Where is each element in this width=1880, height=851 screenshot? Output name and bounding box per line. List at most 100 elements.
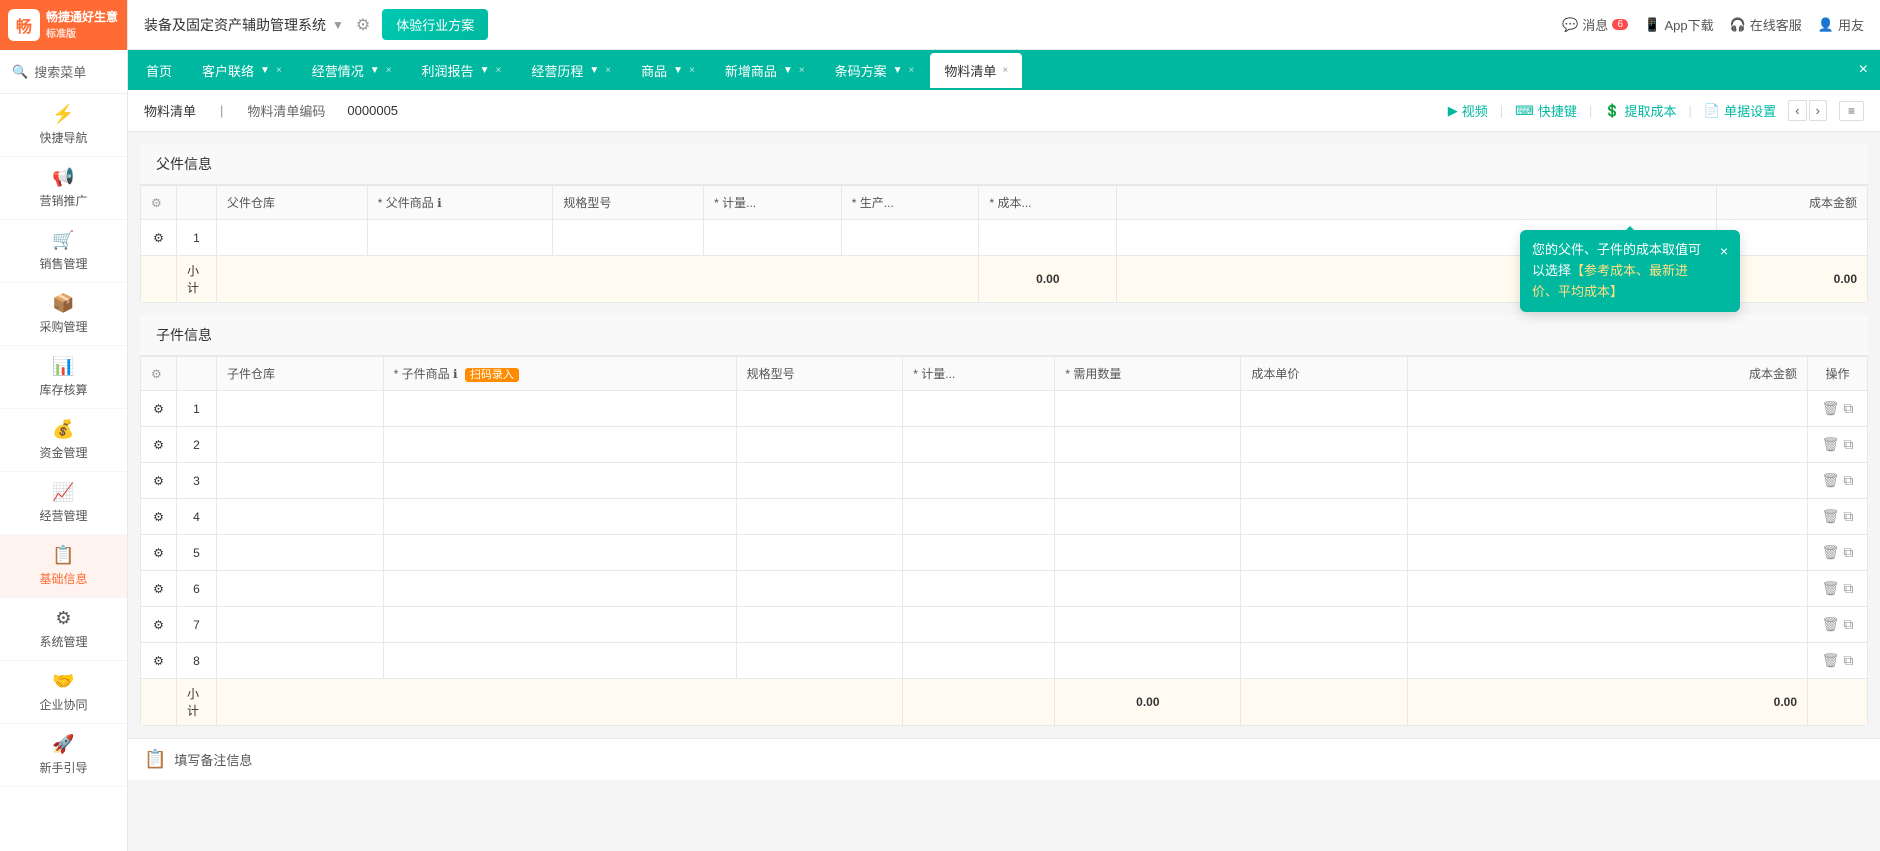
list-view-btn[interactable]: ≡: [1839, 101, 1864, 121]
child-row-spec[interactable]: [736, 571, 903, 607]
copy-icon[interactable]: ⧉: [1843, 400, 1853, 417]
row-settings-icon[interactable]: ⚙: [153, 546, 164, 560]
copy-icon[interactable]: ⧉: [1843, 580, 1853, 597]
nav-close-all-btn[interactable]: ×: [1851, 57, 1876, 83]
child-row-warehouse[interactable]: [217, 535, 384, 571]
child-row-qty[interactable]: [1055, 499, 1241, 535]
child-row-settings[interactable]: ⚙: [141, 643, 177, 679]
sidebar-item-quicknav[interactable]: ⚡ 快捷导航: [0, 94, 127, 157]
delete-icon[interactable]: 🗑: [1822, 544, 1840, 561]
child-row-spec[interactable]: [736, 607, 903, 643]
copy-icon[interactable]: ⧉: [1843, 544, 1853, 561]
row-settings-icon[interactable]: ⚙: [153, 402, 164, 416]
child-row-goods[interactable]: [383, 643, 736, 679]
child-row-qty[interactable]: [1055, 463, 1241, 499]
child-row-warehouse[interactable]: [217, 391, 384, 427]
delete-icon[interactable]: 🗑: [1822, 652, 1840, 669]
user-btn[interactable]: 👤 用友: [1818, 15, 1864, 34]
tab-profit[interactable]: 利润报告 ▼ ×: [408, 53, 516, 88]
child-row-qty[interactable]: [1055, 391, 1241, 427]
shortcut-action[interactable]: ⌨ 快捷键: [1515, 101, 1577, 120]
sidebar-item-collab[interactable]: 🤝 企业协同: [0, 661, 127, 724]
sidebar-item-purchase[interactable]: 📦 采购管理: [0, 283, 127, 346]
settings-icon[interactable]: ⚙: [151, 196, 162, 210]
sidebar-item-operations[interactable]: 📈 经营管理: [0, 472, 127, 535]
child-th-settings[interactable]: ⚙: [141, 357, 177, 391]
parent-row1-cost[interactable]: [979, 220, 1117, 256]
child-row-unit[interactable]: [903, 463, 1055, 499]
child-row-unit-price[interactable]: [1241, 607, 1408, 643]
child-row-settings[interactable]: ⚙: [141, 427, 177, 463]
row-settings-icon[interactable]: ⚙: [153, 474, 164, 488]
copy-icon[interactable]: ⧉: [1843, 616, 1853, 633]
single-setting-action[interactable]: 📄 单据设置: [1704, 101, 1776, 120]
row-settings-icon[interactable]: ⚙: [153, 618, 164, 632]
row-settings-icon[interactable]: ⚙: [153, 231, 164, 245]
scan-badge[interactable]: 扫码录入: [465, 368, 519, 382]
tab-customer[interactable]: 客户联络 ▼ ×: [188, 53, 296, 88]
child-row-unit-price[interactable]: [1241, 463, 1408, 499]
child-row-unit[interactable]: [903, 391, 1055, 427]
child-row-qty[interactable]: [1055, 535, 1241, 571]
row-settings-icon[interactable]: ⚙: [153, 438, 164, 452]
child-row-spec[interactable]: [736, 535, 903, 571]
tab-bom[interactable]: 物料清单 ×: [930, 53, 1022, 88]
sidebar-item-finance[interactable]: 💰 资金管理: [0, 409, 127, 472]
row-settings-icon[interactable]: ⚙: [153, 654, 164, 668]
sidebar-item-system[interactable]: ⚙ 系统管理: [0, 598, 127, 661]
tab-history-close[interactable]: ×: [605, 65, 611, 76]
parent-row1-warehouse[interactable]: [217, 220, 368, 256]
child-row-goods[interactable]: [383, 463, 736, 499]
parent-row1-spec[interactable]: [553, 220, 704, 256]
online-service-btn[interactable]: 🎧 在线客服: [1730, 15, 1802, 34]
tab-bom-close[interactable]: ×: [1002, 65, 1008, 76]
child-row-settings[interactable]: ⚙: [141, 535, 177, 571]
tab-barcode[interactable]: 条码方案 ▼ ×: [821, 53, 929, 88]
extract-cost-action[interactable]: 💲 提取成本: [1604, 101, 1676, 120]
tab-operations[interactable]: 经营情况 ▼ ×: [298, 53, 406, 88]
sidebar-item-basicinfo[interactable]: 📋 基础信息: [0, 535, 127, 598]
child-row-unit-price[interactable]: [1241, 499, 1408, 535]
child-row-goods[interactable]: [383, 607, 736, 643]
sidebar-item-inventory[interactable]: 📊 库存核算: [0, 346, 127, 409]
child-row-spec[interactable]: [736, 427, 903, 463]
tab-profit-close[interactable]: ×: [495, 65, 501, 76]
child-row-unit-price[interactable]: [1241, 391, 1408, 427]
app-download-btn[interactable]: 📱 App下载: [1644, 15, 1713, 34]
child-row-goods[interactable]: [383, 571, 736, 607]
child-row-unit[interactable]: [903, 571, 1055, 607]
copy-icon[interactable]: ⧉: [1843, 472, 1853, 489]
child-row-spec[interactable]: [736, 643, 903, 679]
child-row-settings[interactable]: ⚙: [141, 463, 177, 499]
tab-barcode-close[interactable]: ×: [909, 65, 915, 76]
child-row-warehouse[interactable]: [217, 571, 384, 607]
delete-icon[interactable]: 🗑: [1822, 436, 1840, 453]
copy-icon[interactable]: ⧉: [1843, 652, 1853, 669]
tab-customer-close[interactable]: ×: [276, 65, 282, 76]
view-action[interactable]: ▶ 视频: [1448, 101, 1488, 120]
child-row-unit[interactable]: [903, 643, 1055, 679]
child-row-spec[interactable]: [736, 391, 903, 427]
sidebar-item-marketing[interactable]: 📢 营销推广: [0, 157, 127, 220]
child-row-spec[interactable]: [736, 499, 903, 535]
system-selector[interactable]: 装备及固定资产辅助管理系统 ▼: [144, 15, 344, 35]
child-settings-icon[interactable]: ⚙: [151, 367, 162, 381]
child-row-goods[interactable]: [383, 427, 736, 463]
delete-icon[interactable]: 🗑: [1822, 616, 1840, 633]
delete-icon[interactable]: 🗑: [1822, 472, 1840, 489]
delete-icon[interactable]: 🗑: [1822, 400, 1840, 417]
child-row-qty[interactable]: [1055, 427, 1241, 463]
tab-home[interactable]: 首页: [132, 53, 186, 88]
child-row-settings[interactable]: ⚙: [141, 571, 177, 607]
sidebar-item-sales[interactable]: 🛒 销售管理: [0, 220, 127, 283]
tab-ops-close[interactable]: ×: [386, 65, 392, 76]
row-settings-icon[interactable]: ⚙: [153, 582, 164, 596]
tab-goods[interactable]: 商品 ▼ ×: [627, 53, 709, 88]
child-row-goods[interactable]: [383, 391, 736, 427]
child-row-unit[interactable]: [903, 427, 1055, 463]
copy-icon[interactable]: ⧉: [1843, 508, 1853, 525]
row-settings-icon[interactable]: ⚙: [153, 510, 164, 524]
child-row-unit[interactable]: [903, 499, 1055, 535]
child-row-unit-price[interactable]: [1241, 571, 1408, 607]
parent-row1-settings[interactable]: ⚙: [141, 220, 177, 256]
